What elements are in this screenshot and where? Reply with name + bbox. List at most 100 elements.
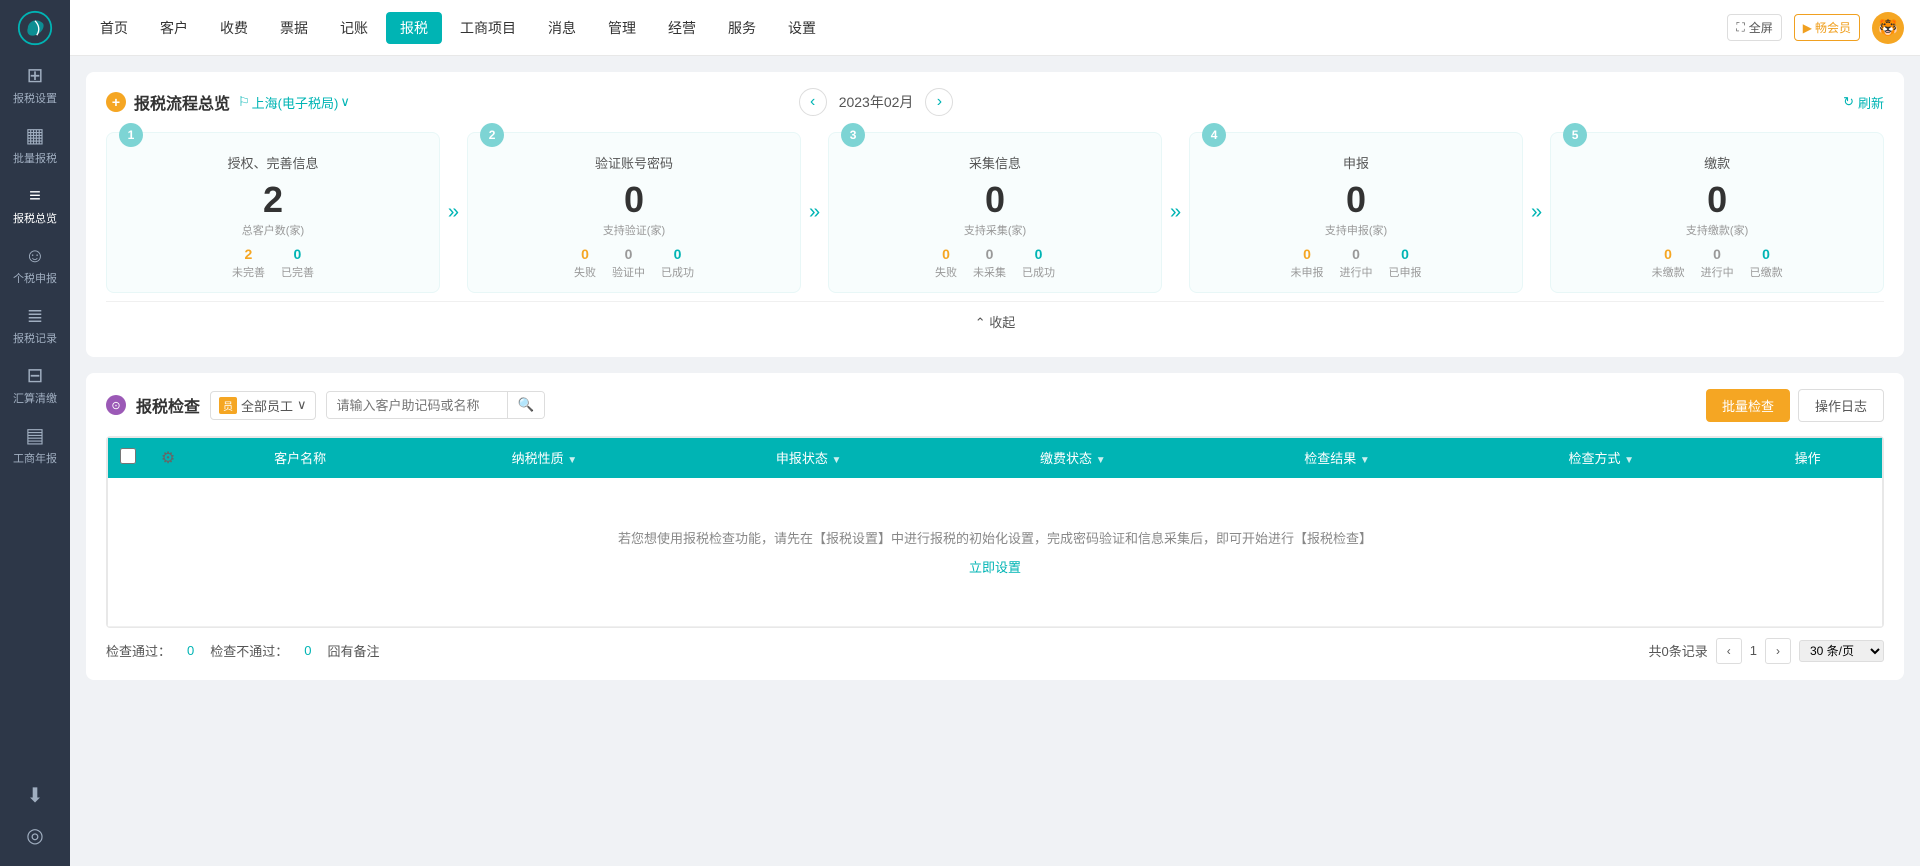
nav-service[interactable]: 服务 bbox=[714, 12, 770, 44]
th-declare-status: 申报状态 ▼ bbox=[677, 437, 941, 478]
nav-customer[interactable]: 客户 bbox=[146, 12, 202, 44]
step-title-1: 授权、完善信息 bbox=[119, 153, 427, 172]
vip-button[interactable]: ▶ 畅会员 bbox=[1794, 14, 1860, 41]
settlement-icon: ⊟ bbox=[27, 366, 44, 386]
flow-arrow-3: » bbox=[1162, 132, 1189, 293]
stat-label: 已完善 bbox=[281, 264, 314, 280]
batch-check-button[interactable]: 批量检查 bbox=[1706, 389, 1790, 422]
th-check-label: 检查结果 bbox=[1304, 451, 1356, 466]
sidebar-item-geren[interactable]: ☺ 个税申报 bbox=[0, 236, 70, 296]
fullscreen-button[interactable]: ⛶ 全屏 bbox=[1727, 14, 1781, 41]
select-all-checkbox[interactable] bbox=[120, 448, 136, 464]
topnav-right: ⛶ 全屏 ▶ 畅会员 🐯 bbox=[1727, 12, 1904, 44]
date-navigation: ‹ 2023年02月 › bbox=[799, 88, 954, 116]
nav-tax[interactable]: 报税 bbox=[386, 12, 442, 44]
quick-setup-link[interactable]: 立即设置 bbox=[969, 560, 1021, 575]
flow-panel-header: + 报税流程总览 ⚐ 上海(电子税局) ∨ ‹ 2023年02月 › ↻ 刷新 bbox=[106, 88, 1884, 116]
th-check-method: 检查方式 ▼ bbox=[1469, 437, 1733, 478]
step-desc-2: 支持验证(家) bbox=[480, 222, 788, 238]
nav-fee[interactable]: 收费 bbox=[206, 12, 262, 44]
sidebar-item-baoshuishezhi[interactable]: ⊞ 报税设置 bbox=[0, 56, 70, 116]
filter-icon: ▼ bbox=[831, 455, 841, 466]
flow-arrow-1: » bbox=[440, 132, 467, 293]
employee-selector[interactable]: 员 全部员工 ∨ bbox=[210, 391, 316, 420]
stat-value: 0 bbox=[1713, 246, 1721, 262]
nav-menu: 首页 客户 收费 票据 记账 报税 工商项目 消息 管理 经营 服务 设置 bbox=[86, 12, 1727, 44]
flow-step-1: 1 授权、完善信息 2 总客户数(家) 2 未完善 0 已完善 bbox=[106, 132, 440, 293]
sidebar-item-huisuan[interactable]: ⊟ 汇算清缴 bbox=[0, 356, 70, 416]
stat-value: 0 bbox=[1762, 246, 1770, 262]
stat-item: 0 失败 bbox=[935, 246, 957, 280]
prev-page-button[interactable]: ‹ bbox=[1716, 638, 1742, 664]
sidebar-item-gongshangnian[interactable]: ▤ 工商年报 bbox=[0, 416, 70, 476]
collapse-button[interactable]: ⌃ 收起 bbox=[106, 301, 1884, 341]
download-icon: ⬇ bbox=[27, 786, 44, 806]
nav-operation[interactable]: 经营 bbox=[654, 12, 710, 44]
search-input[interactable] bbox=[327, 393, 507, 418]
sidebar-item-baoshuijilu[interactable]: ≣ 报税记录 bbox=[0, 296, 70, 356]
avatar[interactable]: 🐯 bbox=[1872, 12, 1904, 44]
step-stats-3: 0 失败 0 未采集 0 已成功 bbox=[841, 246, 1149, 280]
location-selector[interactable]: ⚐ 上海(电子税局) ∨ bbox=[238, 93, 350, 112]
content-area: + 报税流程总览 ⚐ 上海(电子税局) ∨ ‹ 2023年02月 › ↻ 刷新 bbox=[70, 56, 1920, 866]
search-box: 🔍 bbox=[326, 391, 546, 419]
nav-business[interactable]: 工商项目 bbox=[446, 12, 530, 44]
vip-label: 畅会员 bbox=[1815, 19, 1851, 36]
table-footer: 检查通过： 0 检查不通过： 0 囧有备注 共0条记录 ‹ 1 › 30 条/页… bbox=[106, 628, 1884, 664]
stat-item: 0 未申报 bbox=[1291, 246, 1324, 280]
search-button[interactable]: 🔍 bbox=[507, 392, 545, 418]
step-number-2: 2 bbox=[480, 123, 504, 147]
step-number-5: 5 bbox=[1563, 123, 1587, 147]
flow-arrow-4: » bbox=[1523, 132, 1550, 293]
stat-item: 0 验证中 bbox=[612, 246, 645, 280]
nav-account[interactable]: 记账 bbox=[326, 12, 382, 44]
step-number-3: 3 bbox=[841, 123, 865, 147]
chevron-down-icon: ∨ bbox=[340, 94, 350, 110]
th-settings: ⚙ bbox=[148, 437, 188, 478]
stat-label: 未缴款 bbox=[1652, 264, 1685, 280]
current-date: 2023年02月 bbox=[839, 92, 914, 112]
sidebar-item-label: 报税总览 bbox=[13, 210, 57, 226]
stat-label: 未完善 bbox=[232, 264, 265, 280]
next-page-button[interactable]: › bbox=[1765, 638, 1791, 664]
table-settings-button[interactable]: ⚙ bbox=[161, 448, 175, 468]
nav-message[interactable]: 消息 bbox=[534, 12, 590, 44]
flow-step-5: 5 缴款 0 支持缴款(家) 0 未缴款 0 进行中 bbox=[1550, 132, 1884, 293]
nav-home[interactable]: 首页 bbox=[86, 12, 142, 44]
step-count-1: 2 bbox=[119, 180, 427, 220]
step-title-3: 采集信息 bbox=[841, 153, 1149, 172]
refresh-button[interactable]: ↻ 刷新 bbox=[1843, 93, 1884, 112]
step-count-2: 0 bbox=[480, 180, 788, 220]
location-text: 上海(电子税局) bbox=[252, 93, 339, 112]
step-stats-5: 0 未缴款 0 进行中 0 已缴款 bbox=[1563, 246, 1871, 280]
operation-log-button[interactable]: 操作日志 bbox=[1798, 389, 1884, 422]
fail-count[interactable]: 0 bbox=[304, 643, 311, 658]
page-size-selector[interactable]: 30 条/页50 条/页100 条/页 bbox=[1799, 640, 1884, 662]
step-count-5: 0 bbox=[1563, 180, 1871, 220]
sidebar-item-piliangshuiwu[interactable]: ▦ 批量报税 bbox=[0, 116, 70, 176]
nav-settings[interactable]: 设置 bbox=[774, 12, 830, 44]
prev-month-button[interactable]: ‹ bbox=[799, 88, 827, 116]
sidebar-item-baoshuizonglan[interactable]: ≡ 报税总览 bbox=[0, 176, 70, 236]
stat-item: 2 未完善 bbox=[232, 246, 265, 280]
pass-count[interactable]: 0 bbox=[187, 643, 194, 658]
filter-icon: ▼ bbox=[1360, 455, 1370, 466]
step-stats-1: 2 未完善 0 已完善 bbox=[119, 246, 427, 280]
tax-overview-icon: ≡ bbox=[29, 186, 41, 206]
stat-item: 0 进行中 bbox=[1340, 246, 1373, 280]
sidebar-item-download[interactable]: ⬇ bbox=[0, 776, 70, 816]
nav-manage[interactable]: 管理 bbox=[594, 12, 650, 44]
sidebar-item-label: 工商年报 bbox=[13, 450, 57, 466]
fail-label: 检查不通过： bbox=[210, 641, 288, 660]
th-check-result: 检查结果 ▼ bbox=[1205, 437, 1469, 478]
tax-record-icon: ≣ bbox=[27, 306, 44, 326]
tax-check-panel: ⊙ 报税检查 员 全部员工 ∨ 🔍 批量检查 操作日志 bbox=[86, 373, 1904, 680]
stat-label: 已成功 bbox=[661, 264, 694, 280]
nav-invoice[interactable]: 票据 bbox=[266, 12, 322, 44]
sidebar-item-location[interactable]: ◎ bbox=[0, 816, 70, 856]
next-month-button[interactable]: › bbox=[925, 88, 953, 116]
stat-item: 0 已成功 bbox=[661, 246, 694, 280]
th-fee-label: 缴费状态 bbox=[1040, 451, 1092, 466]
stat-label: 已成功 bbox=[1022, 264, 1055, 280]
check-title-icon: ⊙ bbox=[106, 395, 126, 415]
